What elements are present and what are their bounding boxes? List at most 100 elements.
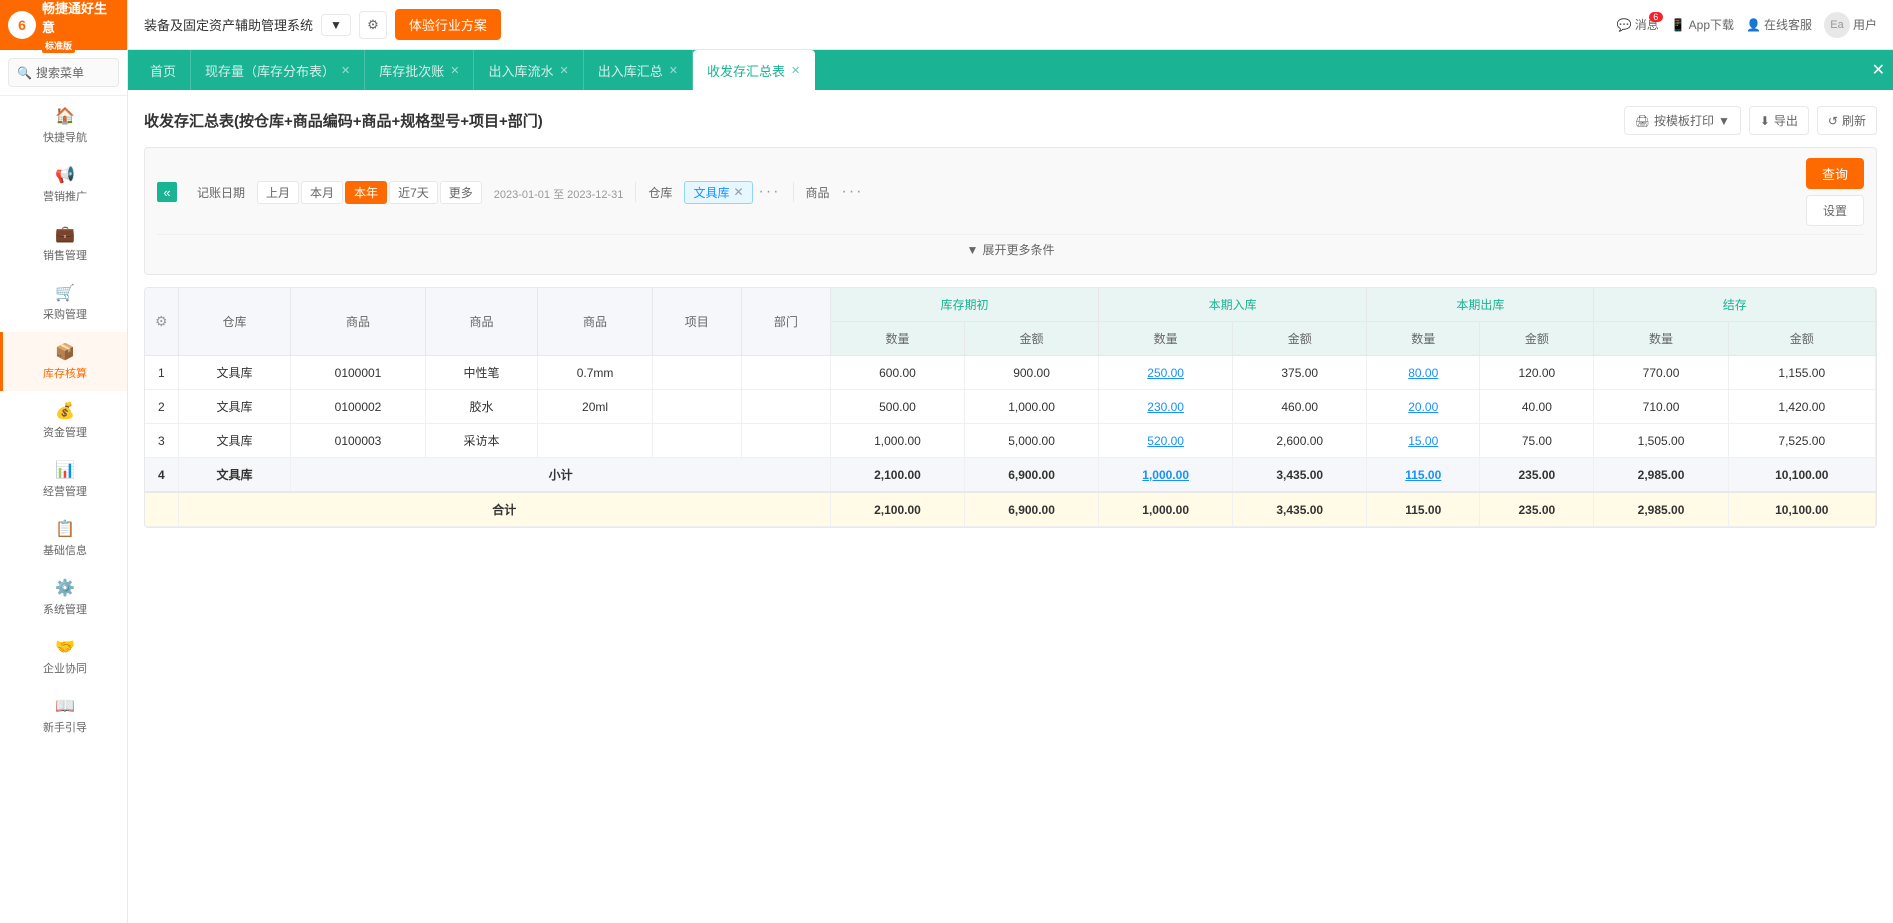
row1-dept — [741, 356, 830, 390]
row1-in-qty[interactable]: 250.00 — [1099, 356, 1233, 390]
query-button[interactable]: 查询 — [1806, 158, 1864, 189]
subtotal-out-amt: 235.00 — [1480, 458, 1594, 493]
user-button[interactable]: Ea 用户 — [1824, 12, 1877, 38]
message-button[interactable]: 💬 消息 6 — [1617, 16, 1659, 33]
warehouse-tag-close[interactable]: ✕ — [733, 185, 743, 199]
subtotal-in-qty[interactable]: 1,000.00 — [1099, 458, 1233, 493]
total-out-amt: 235.00 — [1480, 492, 1594, 527]
tab-inout-flow-close[interactable]: ✕ — [560, 64, 569, 77]
date-more-button[interactable]: 更多 — [440, 181, 482, 204]
sidebar-item-inventory[interactable]: 📦 库存核算 — [0, 332, 127, 391]
warehouse-more-button[interactable]: ··· — [759, 183, 781, 201]
balance-group-header: 结存 — [1594, 288, 1876, 322]
app-download-label: App下载 — [1689, 16, 1734, 33]
sidebar-item-label: 快捷导航 — [43, 129, 87, 145]
tab-inout-sum-close[interactable]: ✕ — [669, 64, 678, 77]
row2-in-qty[interactable]: 230.00 — [1099, 390, 1233, 424]
subtotal-row: 4 文具库 小计 2,100.00 6,900.00 1,000.00 3,43… — [145, 458, 1876, 493]
tab-stock-dist[interactable]: 现存量（库存分布表） ✕ — [191, 50, 365, 90]
print-label: 按模板打印 — [1654, 112, 1714, 129]
refresh-button[interactable]: ↺ 刷新 — [1817, 106, 1877, 135]
sidebar-item-system[interactable]: ⚙️ 系统管理 — [0, 568, 127, 627]
tab-collect-sum-label: 收发存汇总表 — [707, 61, 785, 80]
app-download-button[interactable]: 📱 App下载 — [1671, 16, 1734, 33]
row1-warehouse: 文具库 — [178, 356, 291, 390]
sidebar-item-label: 经营管理 — [43, 483, 87, 499]
bal-amt-header: 金额 — [1728, 322, 1875, 356]
message-badge: 6 — [1649, 12, 1663, 22]
system-select[interactable]: ▼ — [321, 14, 351, 36]
tab-inout-sum[interactable]: 出入库汇总 ✕ — [584, 50, 693, 90]
sidebar-item-collab[interactable]: 🤝 企业协同 — [0, 627, 127, 686]
sidebar-item-finance[interactable]: 💰 资金管理 — [0, 391, 127, 450]
quick-nav-icon: 🏠 — [55, 106, 75, 126]
row1-out-qty[interactable]: 80.00 — [1367, 356, 1480, 390]
warehouse-filter-label: 仓库 — [648, 184, 672, 201]
tabs-close-all-button[interactable]: ✕ — [1872, 60, 1885, 80]
row2-out-qty[interactable]: 20.00 — [1367, 390, 1480, 424]
online-service-button[interactable]: 👤 在线客服 — [1746, 16, 1812, 33]
row1-out-amt: 120.00 — [1480, 356, 1594, 390]
online-service-label: 在线客服 — [1764, 16, 1812, 33]
row2-seq: 2 — [145, 390, 178, 424]
print-arrow-icon: ▼ — [1718, 114, 1730, 128]
print-template-button[interactable]: 🖨 按模板打印 ▼ — [1624, 106, 1741, 135]
goods-filter-label: 商品 — [806, 184, 830, 201]
opening-qty-header: 数量 — [830, 322, 964, 356]
subtotal-in-amt: 3,435.00 — [1233, 458, 1367, 493]
date-buttons: 上月 本月 本年 近7天 更多 — [257, 181, 482, 204]
date-this-month-button[interactable]: 本月 — [301, 181, 343, 204]
message-icon: 💬 — [1617, 18, 1632, 32]
row3-spec — [538, 424, 652, 458]
tab-home[interactable]: 首页 — [136, 50, 191, 90]
tab-batch[interactable]: 库存批次账 ✕ — [365, 50, 474, 90]
settings-column-header[interactable]: ⚙ — [145, 288, 178, 356]
date-this-year-button[interactable]: 本年 — [345, 181, 387, 204]
sidebar-item-guide[interactable]: 📖 新手引导 — [0, 686, 127, 745]
sidebar-nav: 🏠 快捷导航 📢 营销推广 💼 销售管理 🛒 采购管理 📦 库存核算 💰 资金管… — [0, 96, 127, 923]
row3-name: 采访本 — [425, 424, 538, 458]
logo-text: 畅捷通好生意 — [42, 0, 119, 36]
goods-more-button[interactable]: ··· — [842, 183, 864, 201]
refresh-label: 刷新 — [1842, 112, 1866, 129]
export-button[interactable]: ⬇ 导出 — [1749, 106, 1809, 135]
tab-collect-sum[interactable]: 收发存汇总表 ✕ — [693, 50, 815, 90]
warehouse-column-header: 仓库 — [178, 288, 291, 356]
user-avatar: Ea — [1824, 12, 1850, 38]
filter-collapse-button[interactable]: « — [157, 182, 177, 202]
setting-button[interactable]: 设置 — [1806, 195, 1864, 226]
row3-in-qty[interactable]: 520.00 — [1099, 424, 1233, 458]
refresh-icon: ↺ — [1828, 114, 1838, 128]
header-gear-button[interactable]: ⚙ — [359, 11, 387, 39]
tab-stock-dist-close[interactable]: ✕ — [341, 64, 350, 77]
expand-conditions-button[interactable]: ▼ 展开更多条件 — [157, 234, 1864, 264]
tab-inout-flow[interactable]: 出入库流水 ✕ — [474, 50, 583, 90]
sidebar-item-label: 库存核算 — [43, 365, 87, 381]
sidebar-item-basic[interactable]: 📋 基础信息 — [0, 509, 127, 568]
tab-inout-flow-label: 出入库流水 — [488, 61, 553, 80]
row1-in-amt: 375.00 — [1233, 356, 1367, 390]
sidebar-item-quick-nav[interactable]: 🏠 快捷导航 — [0, 96, 127, 155]
tab-batch-close[interactable]: ✕ — [450, 64, 459, 77]
sidebar-item-business[interactable]: 📊 经营管理 — [0, 450, 127, 509]
print-icon: 🖨 — [1635, 114, 1650, 128]
sidebar-item-marketing[interactable]: 📢 营销推广 — [0, 155, 127, 214]
table-row: 2 文具库 0100002 胶水 20ml 500.00 1,000.00 23… — [145, 390, 1876, 424]
in-group-header: 本期入库 — [1099, 288, 1367, 322]
warehouse-tag[interactable]: 文具库 ✕ — [684, 181, 752, 204]
column-settings-icon[interactable]: ⚙ — [155, 313, 168, 329]
page-content: 收发存汇总表(按仓库+商品编码+商品+规格型号+项目+部门) 🖨 按模板打印 ▼… — [128, 90, 1893, 923]
date-last-month-button[interactable]: 上月 — [257, 181, 299, 204]
try-industry-button[interactable]: 体验行业方案 — [395, 9, 501, 40]
sidebar-item-label: 采购管理 — [43, 306, 87, 322]
subtotal-out-qty[interactable]: 115.00 — [1367, 458, 1480, 493]
row1-spec: 0.7mm — [538, 356, 652, 390]
row1-project — [652, 356, 741, 390]
sidebar-item-sales[interactable]: 💼 销售管理 — [0, 214, 127, 273]
row3-out-qty[interactable]: 15.00 — [1367, 424, 1480, 458]
sidebar-item-purchase[interactable]: 🛒 采购管理 — [0, 273, 127, 332]
row3-seq: 3 — [145, 424, 178, 458]
tab-collect-sum-close[interactable]: ✕ — [791, 64, 800, 77]
search-menu-button[interactable]: 🔍 搜索菜单 — [8, 58, 119, 87]
date-7days-button[interactable]: 近7天 — [389, 181, 438, 204]
